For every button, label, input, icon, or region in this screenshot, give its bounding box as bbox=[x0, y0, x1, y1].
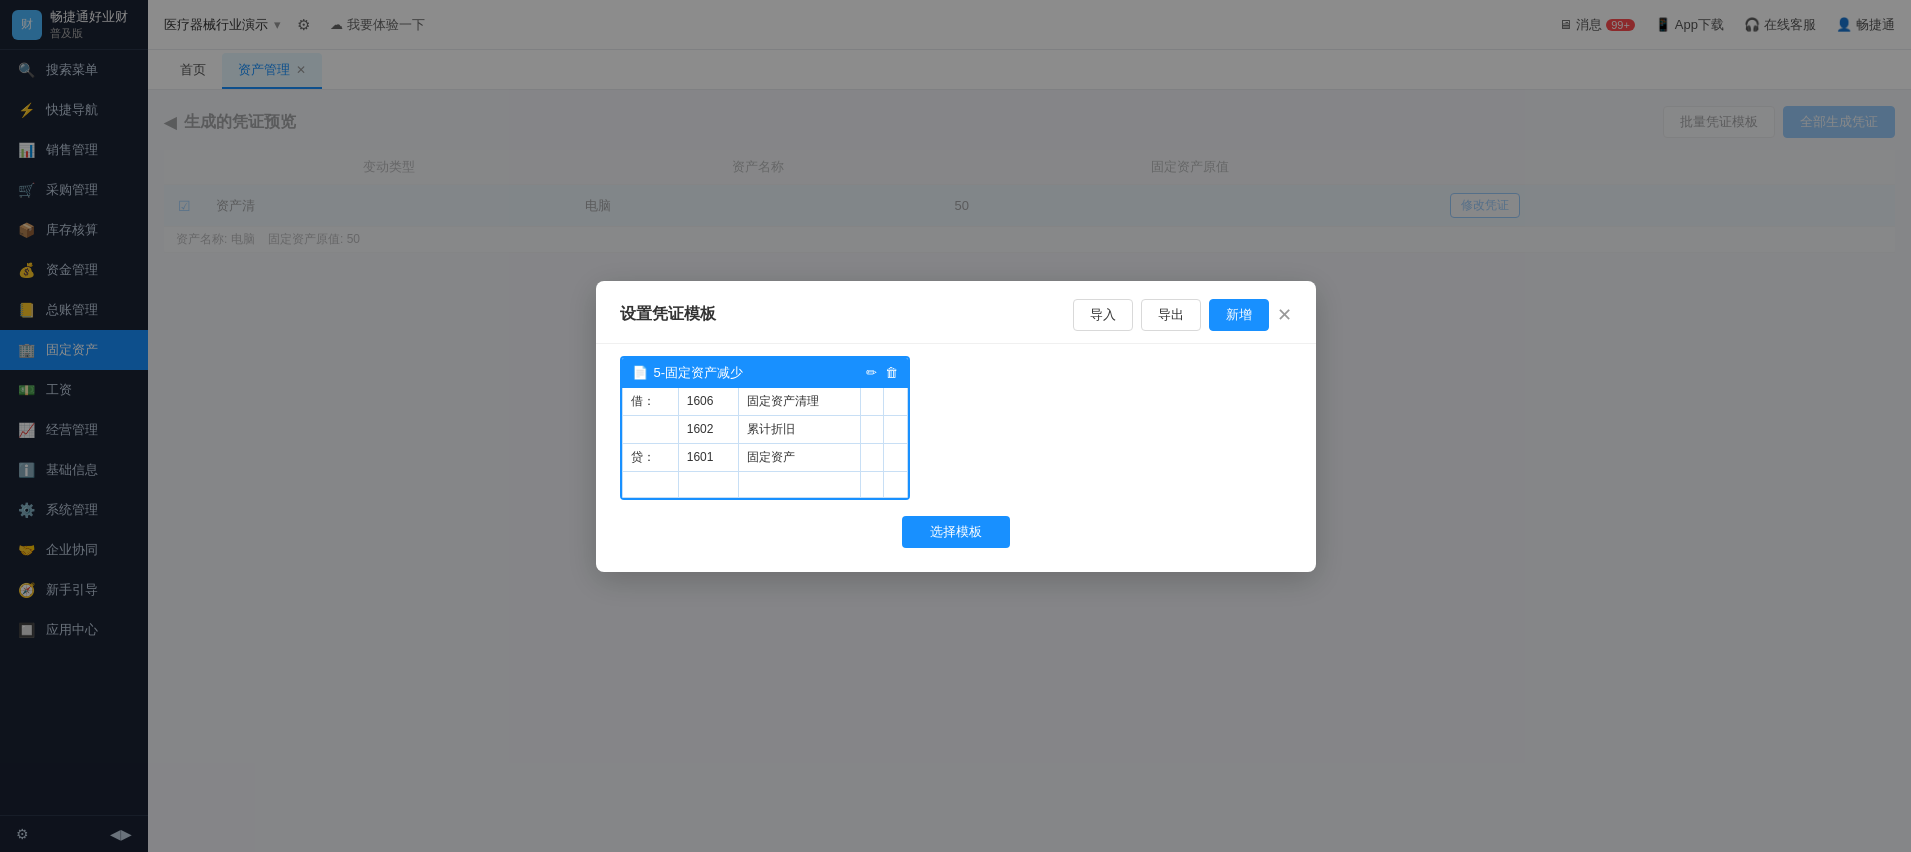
modal-body: 📄 5-固定资产减少 ✏ 🗑 借： 1606 固定资产清理 bbox=[596, 344, 1316, 572]
entry-amount-1 bbox=[860, 388, 883, 416]
template-edit-icon[interactable]: ✏ bbox=[866, 365, 877, 380]
entry-direction-2 bbox=[622, 415, 678, 443]
template-debit-row-2: 1602 累计折旧 bbox=[622, 415, 907, 443]
empty-cell-4 bbox=[860, 471, 883, 497]
entry-extra-1 bbox=[884, 388, 907, 416]
entry-code-1: 1606 bbox=[678, 388, 738, 416]
template-entries-table: 借： 1606 固定资产清理 1602 累计折旧 bbox=[622, 388, 908, 498]
empty-cell-2 bbox=[678, 471, 738, 497]
template-empty-row bbox=[622, 471, 907, 497]
template-debit-row-1: 借： 1606 固定资产清理 bbox=[622, 388, 907, 416]
empty-cell-5 bbox=[884, 471, 907, 497]
import-btn[interactable]: 导入 bbox=[1073, 299, 1133, 331]
entry-name-2: 累计折旧 bbox=[738, 415, 860, 443]
entry-code-3: 1601 bbox=[678, 443, 738, 471]
modal-header: 设置凭证模板 导入 导出 新增 ✕ bbox=[596, 281, 1316, 344]
template-card-header: 📄 5-固定资产减少 ✏ 🗑 bbox=[622, 358, 908, 388]
empty-cell-1 bbox=[622, 471, 678, 497]
template-card: 📄 5-固定资产减少 ✏ 🗑 借： 1606 固定资产清理 bbox=[620, 356, 910, 500]
entry-direction-3: 贷： bbox=[622, 443, 678, 471]
entry-amount-2 bbox=[860, 415, 883, 443]
voucher-template-modal: 设置凭证模板 导入 导出 新增 ✕ 📄 5-固定资产减少 ✏ 🗑 bbox=[596, 281, 1316, 572]
new-template-btn[interactable]: 新增 bbox=[1209, 299, 1269, 331]
entry-code-2: 1602 bbox=[678, 415, 738, 443]
entry-amount-3 bbox=[860, 443, 883, 471]
template-delete-icon[interactable]: 🗑 bbox=[885, 365, 898, 380]
export-btn[interactable]: 导出 bbox=[1141, 299, 1201, 331]
select-template-btn[interactable]: 选择模板 bbox=[902, 516, 1010, 548]
template-doc-icon: 📄 bbox=[632, 365, 648, 380]
template-card-title: 📄 5-固定资产减少 bbox=[632, 364, 744, 382]
modal-title: 设置凭证模板 bbox=[620, 304, 716, 325]
entry-direction-1: 借： bbox=[622, 388, 678, 416]
entry-extra-2 bbox=[884, 415, 907, 443]
entry-name-1: 固定资产清理 bbox=[738, 388, 860, 416]
entry-name-3: 固定资产 bbox=[738, 443, 860, 471]
empty-cell-3 bbox=[738, 471, 860, 497]
modal-close-btn[interactable]: ✕ bbox=[1277, 304, 1292, 326]
template-credit-row-1: 贷： 1601 固定资产 bbox=[622, 443, 907, 471]
modal-overlay: 设置凭证模板 导入 导出 新增 ✕ 📄 5-固定资产减少 ✏ 🗑 bbox=[0, 0, 1911, 852]
entry-extra-3 bbox=[884, 443, 907, 471]
template-card-actions: ✏ 🗑 bbox=[866, 365, 898, 380]
